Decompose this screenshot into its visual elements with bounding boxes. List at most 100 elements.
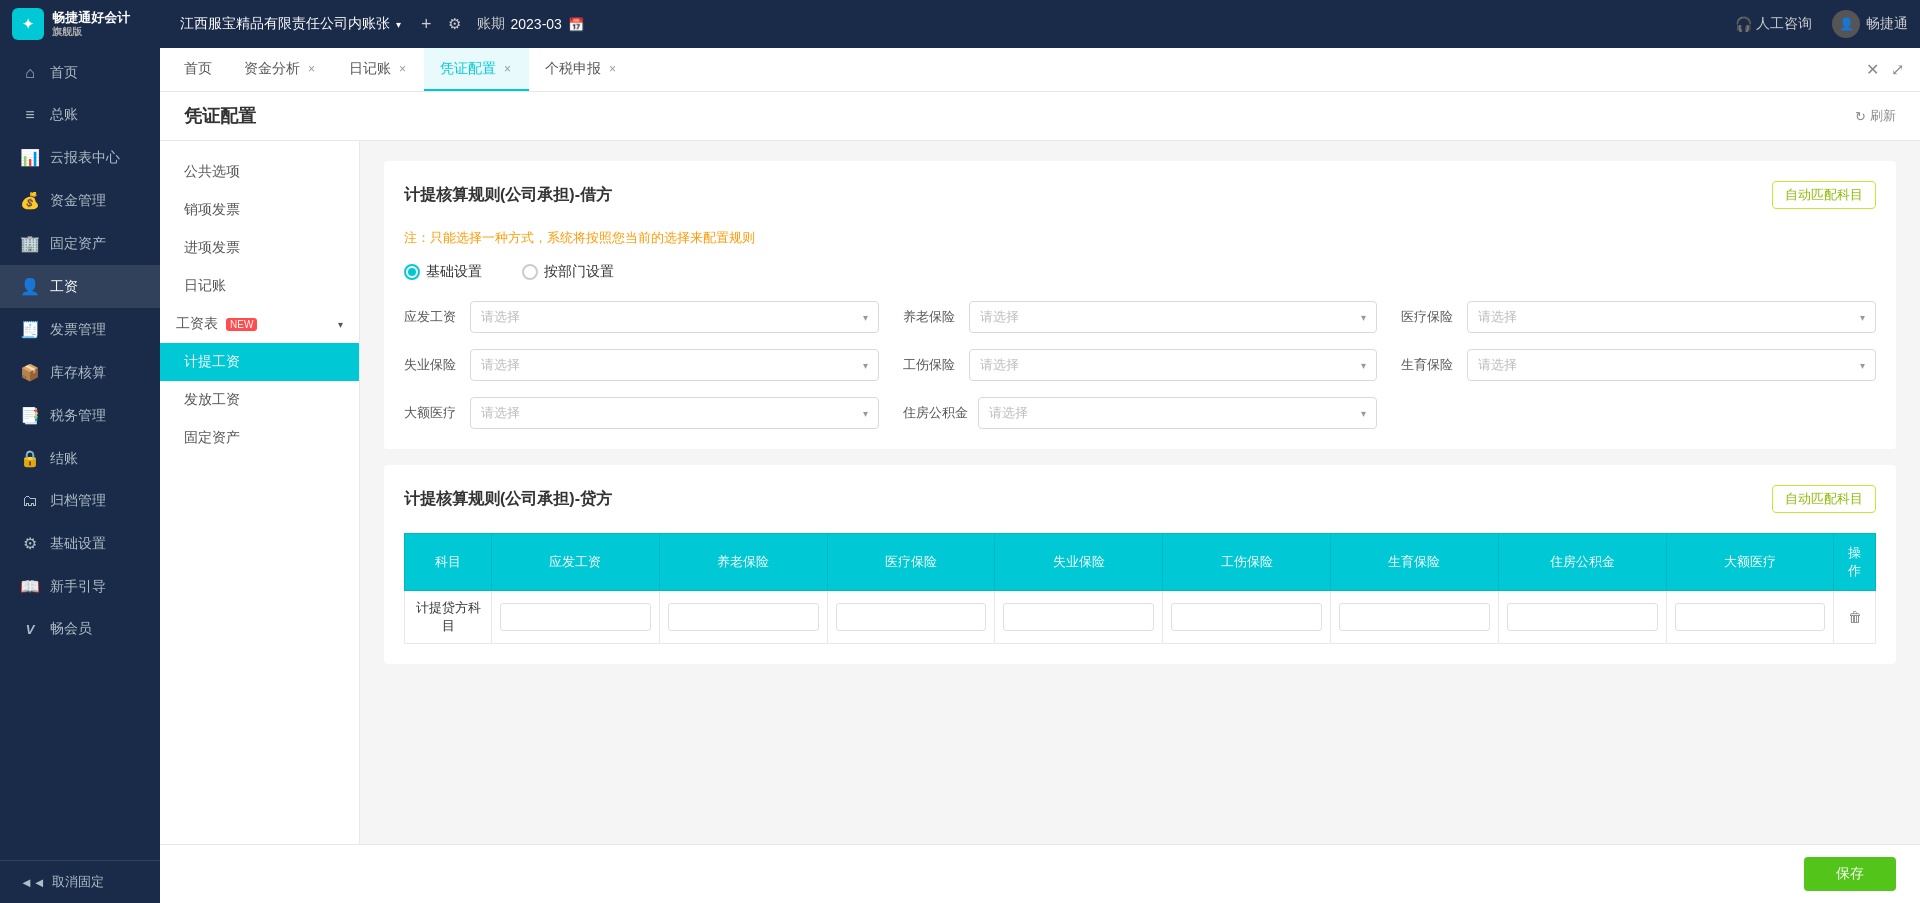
save-button[interactable]: 保存 bbox=[1804, 857, 1896, 891]
work-injury-select[interactable]: 请选择 ▾ bbox=[969, 349, 1378, 381]
refresh-button[interactable]: ↻ 刷新 bbox=[1855, 107, 1896, 125]
input-housing-fund[interactable] bbox=[1507, 603, 1658, 631]
sidebar-item-home[interactable]: ⌂ 首页 bbox=[0, 52, 160, 94]
chevron-down-icon: ▾ bbox=[1361, 360, 1366, 371]
sidebar-item-invoices[interactable]: 🧾 发票管理 bbox=[0, 308, 160, 351]
gross-salary-label: 应发工资 bbox=[404, 308, 460, 326]
content-area: 首页 资金分析 × 日记账 × 凭证配置 × 个税申报 × ✕ ⤢ bbox=[160, 48, 1920, 903]
input-unemployment[interactable] bbox=[1003, 603, 1154, 631]
sidebar-item-closing[interactable]: 🔒 结账 bbox=[0, 437, 160, 480]
sidebar-item-salary[interactable]: 👤 工资 bbox=[0, 265, 160, 308]
tab-home[interactable]: 首页 bbox=[168, 48, 228, 91]
sidebar-item-ledger[interactable]: ≡ 总账 bbox=[0, 94, 160, 136]
company-selector[interactable]: 江西服宝精品有限责任公司内账张 ▾ bbox=[180, 15, 401, 33]
page-title: 凭证配置 bbox=[184, 104, 256, 128]
input-gross-salary[interactable] bbox=[500, 603, 651, 631]
tab-fund[interactable]: 资金分析 × bbox=[228, 48, 333, 91]
unemployment-label: 失业保险 bbox=[404, 356, 460, 374]
delete-row-icon[interactable]: 🗑 bbox=[1848, 609, 1862, 625]
sub-menu-fixed-assets[interactable]: 固定资产 bbox=[160, 419, 359, 457]
tab-bar: 首页 资金分析 × 日记账 × 凭证配置 × 个税申报 × ✕ ⤢ bbox=[160, 48, 1920, 92]
page-header: 凭证配置 ↻ 刷新 bbox=[160, 92, 1920, 141]
tab-journal[interactable]: 日记账 × bbox=[333, 48, 424, 91]
chevron-down-icon: ▾ bbox=[1361, 312, 1366, 323]
col-work-injury: 工伤保险 bbox=[1163, 534, 1331, 591]
sidebar-item-archive[interactable]: 🗂 归档管理 bbox=[0, 480, 160, 522]
pension-select[interactable]: 请选择 ▾ bbox=[969, 301, 1378, 333]
closing-icon: 🔒 bbox=[20, 449, 40, 468]
tab-voucher[interactable]: 凭证配置 × bbox=[424, 48, 529, 91]
sidebar-item-tax[interactable]: 📑 税务管理 bbox=[0, 394, 160, 437]
radio-group: 基础设置 按部门设置 bbox=[404, 263, 1876, 281]
form-row-housing-fund: 住房公积金 请选择 ▾ bbox=[903, 397, 1378, 429]
input-pension[interactable] bbox=[668, 603, 819, 631]
input-work-injury[interactable] bbox=[1171, 603, 1322, 631]
tab-bar-actions: ✕ ⤢ bbox=[1866, 48, 1912, 91]
major-medical-select[interactable]: 请选择 ▾ bbox=[470, 397, 879, 429]
unemployment-select[interactable]: 请选择 ▾ bbox=[470, 349, 879, 381]
sidebar-item-label: 总账 bbox=[50, 106, 78, 124]
cancel-fixed-label: 取消固定 bbox=[52, 873, 104, 891]
refresh-icon: ↻ bbox=[1855, 109, 1866, 124]
tab-close-icon[interactable]: × bbox=[397, 62, 408, 76]
page-body: 公共选项 销项发票 进项发票 日记账 工资表 NEW ▾ 计提工资 发放工资 固… bbox=[160, 141, 1920, 844]
radio-dept-circle bbox=[522, 264, 538, 280]
add-icon[interactable]: + bbox=[421, 14, 432, 35]
housing-fund-label: 住房公积金 bbox=[903, 404, 968, 422]
input-maternity[interactable] bbox=[1339, 603, 1490, 631]
tab-close-icon[interactable]: × bbox=[502, 62, 513, 76]
app-logo: ✦ 畅捷通好会计 旗舰版 bbox=[12, 8, 172, 40]
sub-menu-salary-table[interactable]: 工资表 NEW ▾ bbox=[160, 305, 359, 343]
sub-menu-public[interactable]: 公共选项 bbox=[160, 153, 359, 191]
col-subject: 科目 bbox=[405, 534, 492, 591]
table-row: 计提贷方科目 🗑 bbox=[405, 591, 1876, 644]
service-button[interactable]: 🎧 人工咨询 bbox=[1735, 15, 1812, 33]
period-value: 2023-03 bbox=[511, 16, 562, 32]
guide-icon: 📖 bbox=[20, 577, 40, 596]
calendar-icon[interactable]: 📅 bbox=[568, 17, 584, 32]
sidebar-item-assets[interactable]: 🏢 固定资产 bbox=[0, 222, 160, 265]
expand-icon[interactable]: ⤢ bbox=[1891, 60, 1904, 79]
sidebar-item-vip[interactable]: V 畅会员 bbox=[0, 608, 160, 650]
col-major-medical: 大额医疗 bbox=[1666, 534, 1834, 591]
maternity-select[interactable]: 请选择 ▾ bbox=[1467, 349, 1876, 381]
work-injury-label: 工伤保险 bbox=[903, 356, 959, 374]
sidebar-item-inventory[interactable]: 📦 库存核算 bbox=[0, 351, 160, 394]
sub-menu-sales-invoice[interactable]: 销项发票 bbox=[160, 191, 359, 229]
sidebar-item-funds[interactable]: 💰 资金管理 bbox=[0, 179, 160, 222]
service-label: 人工咨询 bbox=[1756, 15, 1812, 33]
settings-icon[interactable]: ⚙ bbox=[448, 15, 461, 33]
sidebar-item-guide[interactable]: 📖 新手引导 bbox=[0, 565, 160, 608]
gross-salary-placeholder: 请选择 bbox=[481, 308, 520, 326]
sidebar-item-reports[interactable]: 📊 云报表中心 bbox=[0, 136, 160, 179]
sidebar-item-settings[interactable]: ⚙ 基础设置 bbox=[0, 522, 160, 565]
housing-fund-select[interactable]: 请选择 ▾ bbox=[978, 397, 1378, 429]
sub-menu-journal[interactable]: 日记账 bbox=[160, 267, 359, 305]
close-icon[interactable]: ✕ bbox=[1866, 60, 1879, 79]
tab-tax[interactable]: 个税申报 × bbox=[529, 48, 634, 91]
sub-menu-accrual[interactable]: 计提工资 bbox=[160, 343, 359, 381]
debit-auto-match-button[interactable]: 自动匹配科目 bbox=[1772, 181, 1876, 209]
sub-menu-purchase-invoice[interactable]: 进项发票 bbox=[160, 229, 359, 267]
tab-close-icon[interactable]: × bbox=[306, 62, 317, 76]
user-menu[interactable]: 👤 畅捷通 bbox=[1832, 10, 1908, 38]
sidebar-item-label: 税务管理 bbox=[50, 407, 106, 425]
tab-label: 个税申报 bbox=[545, 60, 601, 78]
col-action: 操作 bbox=[1834, 534, 1876, 591]
radio-dept[interactable]: 按部门设置 bbox=[522, 263, 614, 281]
tab-close-icon[interactable]: × bbox=[607, 62, 618, 76]
cancel-fixed-button[interactable]: ◄◄ 取消固定 bbox=[0, 860, 160, 903]
gross-salary-select[interactable]: 请选择 ▾ bbox=[470, 301, 879, 333]
input-major-medical[interactable] bbox=[1675, 603, 1826, 631]
sub-menu-distribute[interactable]: 发放工资 bbox=[160, 381, 359, 419]
period-selector[interactable]: 账期 2023-03 📅 bbox=[477, 15, 584, 33]
row-label: 计提贷方科目 bbox=[405, 591, 492, 644]
user-name: 畅捷通 bbox=[1866, 15, 1908, 33]
credit-auto-match-button[interactable]: 自动匹配科目 bbox=[1772, 485, 1876, 513]
input-medical[interactable] bbox=[836, 603, 987, 631]
sidebar-item-label: 固定资产 bbox=[50, 235, 106, 253]
form-row-unemployment: 失业保险 请选择 ▾ bbox=[404, 349, 879, 381]
work-injury-placeholder: 请选择 bbox=[980, 356, 1019, 374]
medical-select[interactable]: 请选择 ▾ bbox=[1467, 301, 1876, 333]
radio-basic[interactable]: 基础设置 bbox=[404, 263, 482, 281]
